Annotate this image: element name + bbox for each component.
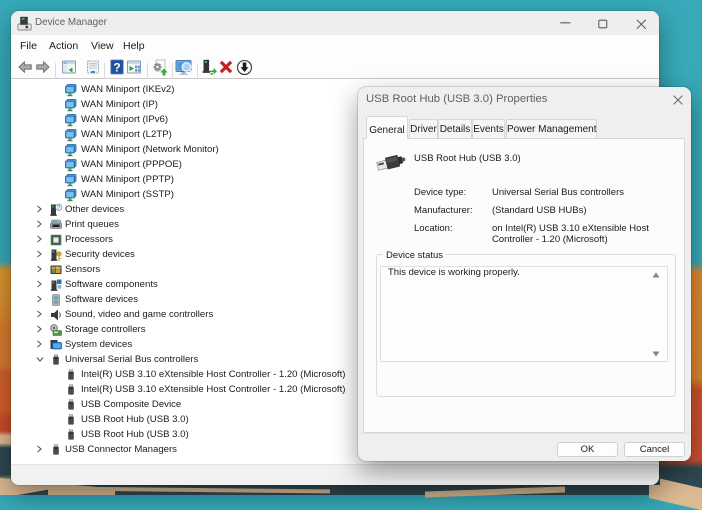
svg-text:?: ? (113, 61, 120, 75)
